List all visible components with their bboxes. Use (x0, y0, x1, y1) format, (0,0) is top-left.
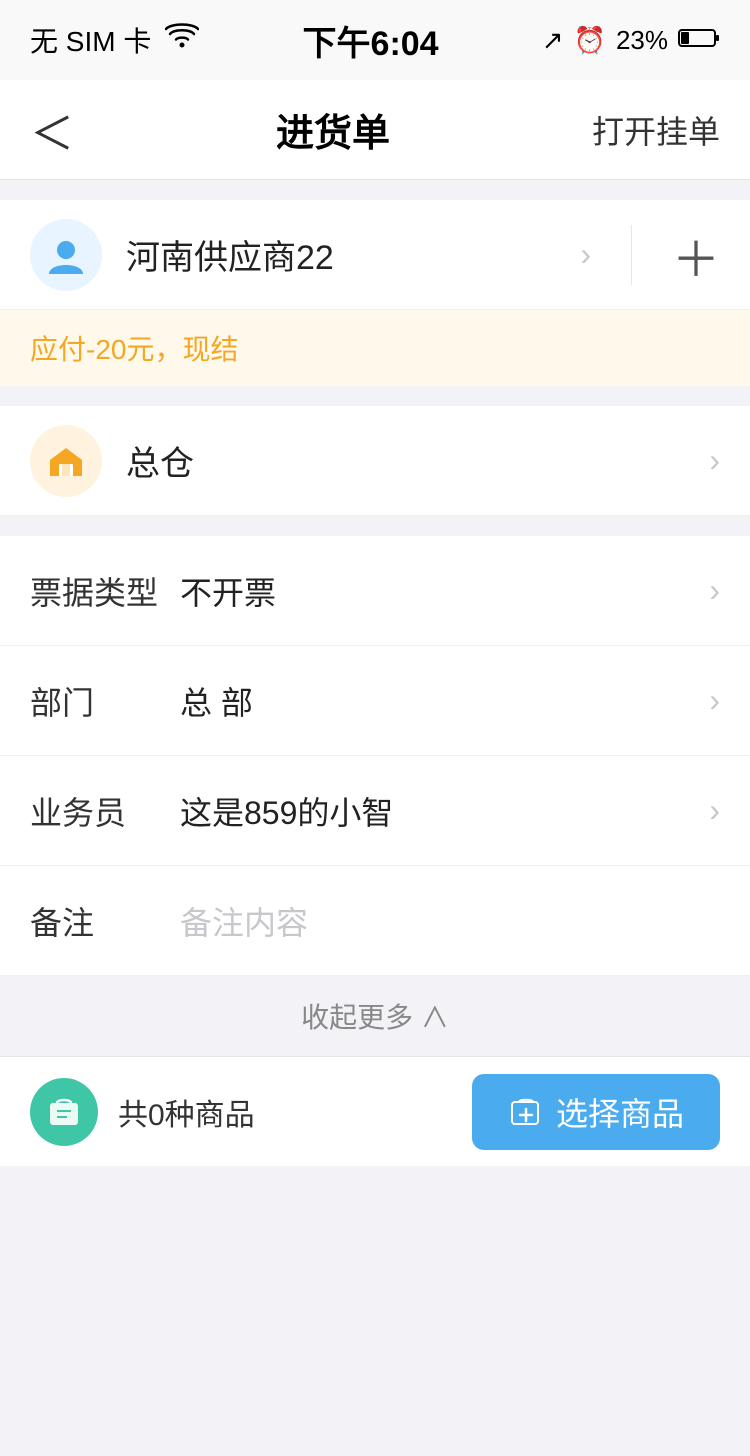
battery-percent: 23% (616, 25, 668, 56)
ticket-type-row[interactable]: 票据类型 不开票 › (0, 536, 750, 646)
select-product-button[interactable]: 选择商品 (472, 1074, 720, 1150)
notice-bar: 应付-20元，现结 (0, 310, 750, 386)
department-label: 部门 (30, 678, 170, 724)
collapse-label: 收起更多 ∧ (301, 996, 449, 1036)
warehouse-chevron-icon: › (709, 442, 720, 479)
product-count-text: 共0种商品 (118, 1090, 472, 1134)
status-time: 下午6:04 (303, 16, 439, 65)
salesman-row[interactable]: 业务员 这是859的小智 › (0, 756, 750, 866)
department-value: 总 部 (170, 678, 709, 724)
status-carrier: 无 SIM 卡 (30, 20, 199, 60)
supplier-section: 河南供应商22 › ＋ 应付-20元，现结 (0, 200, 750, 386)
supplier-row[interactable]: 河南供应商22 › ＋ (0, 200, 750, 310)
salesman-label: 业务员 (30, 788, 170, 834)
ticket-type-value: 不开票 (170, 568, 709, 614)
supplier-chevron-icon: › (580, 236, 591, 273)
alarm-icon: ⏰ (574, 25, 606, 56)
location-icon: ↗ (542, 25, 564, 56)
supplier-avatar (30, 219, 102, 291)
add-supplier-button[interactable]: ＋ (672, 220, 720, 290)
wifi-icon (165, 23, 199, 57)
product-count-icon (30, 1078, 98, 1146)
salesman-chevron-icon: › (709, 792, 720, 829)
department-row[interactable]: 部门 总 部 › (0, 646, 750, 756)
ticket-type-chevron-icon: › (709, 572, 720, 609)
section-gap-3 (0, 516, 750, 536)
page-title: 进货单 (276, 102, 390, 157)
select-product-icon (508, 1094, 544, 1130)
notice-text: 应付-20元，现结 (30, 334, 238, 365)
form-section: 票据类型 不开票 › 部门 总 部 › 业务员 这是859的小智 › 备注 备注… (0, 536, 750, 976)
bottom-bar: 共0种商品 选择商品 (0, 1056, 750, 1166)
vertical-divider (631, 225, 632, 285)
status-bar: 无 SIM 卡 下午6:04 ↗ ⏰ 23% (0, 0, 750, 80)
status-right: ↗ ⏰ 23% (542, 25, 720, 56)
warehouse-name: 总仓 (126, 436, 709, 485)
collapse-row[interactable]: 收起更多 ∧ (0, 976, 750, 1056)
bottom-content-area (0, 1166, 750, 1456)
warehouse-section: 总仓 › (0, 406, 750, 516)
remark-label: 备注 (30, 898, 170, 944)
remark-input[interactable]: 备注内容 (170, 898, 720, 944)
battery-icon (678, 25, 720, 56)
remark-row[interactable]: 备注 备注内容 (0, 866, 750, 976)
select-product-label: 选择商品 (556, 1089, 684, 1135)
section-gap-1 (0, 180, 750, 200)
warehouse-row[interactable]: 总仓 › (0, 406, 750, 516)
warehouse-icon (30, 425, 102, 497)
salesman-value: 这是859的小智 (170, 788, 709, 834)
ticket-type-label: 票据类型 (30, 568, 170, 614)
back-button[interactable]: ＜ (30, 98, 74, 162)
nav-bar: ＜ 进货单 打开挂单 (0, 80, 750, 180)
open-pending-button[interactable]: 打开挂单 (592, 107, 720, 153)
supplier-name: 河南供应商22 (126, 230, 580, 279)
section-gap-2 (0, 386, 750, 406)
department-chevron-icon: › (709, 682, 720, 719)
carrier-text: 无 SIM 卡 (30, 20, 151, 60)
